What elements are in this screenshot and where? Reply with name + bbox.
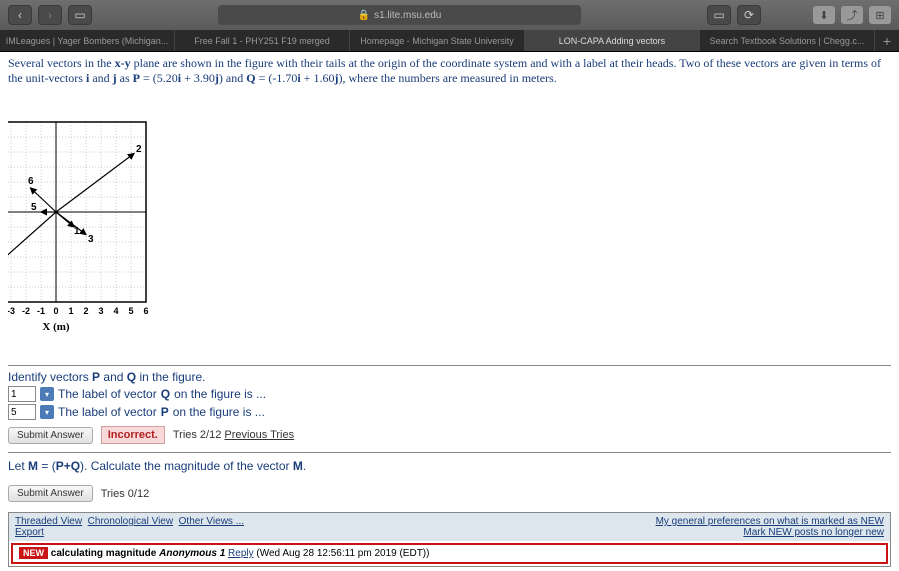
reply-link[interactable]: Reply (228, 548, 254, 559)
problem-statement: Several vectors in the x-y plane are sho… (8, 56, 891, 86)
svg-text:0: 0 (53, 306, 58, 316)
share-icon[interactable]: ⤴ (841, 6, 863, 24)
svg-text:6: 6 (143, 306, 148, 316)
svg-text:6: 6 (28, 176, 34, 187)
q1-row-2: ▾ The label of vector P on the figure is… (8, 404, 891, 420)
other-views-link[interactable]: Other Views ... (179, 516, 244, 527)
q2-title: Let M = (P+Q). Calculate the magnitude o… (8, 459, 891, 473)
post-author: Anonymous 1 (159, 548, 225, 559)
discussion-post: NEW calculating magnitude Anonymous 1 Re… (11, 543, 888, 564)
chrono-view-link[interactable]: Chronological View (88, 516, 173, 527)
browser-toolbar: ‹ › ▭ 🔒 s1.lite.msu.edu ▭ ⟳ ⬇ ⤴ ⊞ (0, 0, 899, 30)
question-2: Let M = (P+Q). Calculate the magnitude o… (8, 452, 891, 502)
discussion-panel: Threaded View Chronological View Other V… (8, 512, 891, 567)
dropdown-icon[interactable]: ▾ (40, 405, 54, 419)
q1-input-2[interactable] (8, 404, 36, 420)
tab-bar: IMLeagues | Yager Bombers (Michigan... F… (0, 30, 899, 52)
back-button[interactable]: ‹ (8, 5, 32, 25)
prefs-new-link[interactable]: My general preferences on what is marked… (656, 516, 884, 527)
q1-submit-row: Submit Answer Incorrect. Tries 2/12 Prev… (8, 426, 891, 444)
q1-input-1[interactable] (8, 386, 36, 402)
q2-tries: Tries 0/12 (101, 488, 150, 500)
threaded-view-link[interactable]: Threaded View (15, 516, 82, 527)
svg-text:4: 4 (113, 306, 118, 316)
export-link[interactable]: Export (15, 527, 44, 538)
new-badge: NEW (19, 547, 48, 559)
new-tab-button[interactable]: + (875, 30, 899, 51)
tab-freefall[interactable]: Free Fall 1 - PHY251 F19 merged (175, 30, 350, 51)
svg-text:2: 2 (83, 306, 88, 316)
forward-button: › (38, 5, 62, 25)
svg-text:5: 5 (128, 306, 133, 316)
discussion-header: Threaded View Chronological View Other V… (9, 513, 890, 541)
tab-chegg[interactable]: Search Textbook Solutions | Chegg.c... (700, 30, 875, 51)
sidebar-button[interactable]: ▭ (68, 5, 92, 25)
q2-submit-button[interactable]: Submit Answer (8, 485, 93, 502)
svg-text:X (m): X (m) (42, 321, 70, 333)
q1-tries: Tries 2/12 Previous Tries (173, 429, 294, 441)
vector-graph: 1 2 3 4 5 6 -6 -5 -4 -3 -2 -1 (8, 92, 891, 355)
q2-submit-row: Submit Answer Tries 0/12 (8, 485, 891, 502)
svg-text:5: 5 (31, 202, 37, 213)
tabs-icon[interactable]: ⊞ (869, 6, 891, 24)
graph-svg: 1 2 3 4 5 6 -6 -5 -4 -3 -2 -1 (8, 92, 288, 352)
url-text: s1.lite.msu.edu (374, 10, 441, 21)
svg-text:-1: -1 (37, 306, 45, 316)
url-bar[interactable]: 🔒 s1.lite.msu.edu (218, 5, 581, 25)
page-content: Several vectors in the x-y plane are sho… (0, 52, 899, 571)
mark-read-link[interactable]: Mark NEW posts no longer new (743, 527, 884, 538)
svg-text:1: 1 (68, 306, 73, 316)
lock-icon: 🔒 (358, 10, 370, 21)
question-1: Identify vectors P and Q in the figure. … (8, 365, 891, 444)
previous-tries-link[interactable]: Previous Tries (224, 429, 294, 441)
reload-button[interactable]: ⟳ (737, 5, 761, 25)
incorrect-badge: Incorrect. (101, 426, 165, 444)
tab-homepage[interactable]: Homepage - Michigan State University (350, 30, 525, 51)
q1-row-1: ▾ The label of vector Q on the figure is… (8, 386, 891, 402)
svg-text:-2: -2 (22, 306, 30, 316)
q1-title: Identify vectors P and Q in the figure. (8, 370, 891, 384)
svg-text:3: 3 (98, 306, 103, 316)
reader-button[interactable]: ▭ (707, 5, 731, 25)
post-date: (Wed Aug 28 12:56:11 pm 2019 (EDT)) (256, 548, 429, 559)
tab-loncapa[interactable]: LON-CAPA Adding vectors (525, 30, 700, 51)
download-icon[interactable]: ⬇ (813, 6, 835, 24)
svg-text:-3: -3 (8, 306, 15, 316)
svg-text:3: 3 (88, 234, 94, 245)
svg-text:2: 2 (136, 144, 142, 155)
q1-submit-button[interactable]: Submit Answer (8, 427, 93, 444)
post-title: calculating magnitude (51, 548, 157, 559)
dropdown-icon[interactable]: ▾ (40, 387, 54, 401)
tab-imleagues[interactable]: IMLeagues | Yager Bombers (Michigan... (0, 30, 175, 51)
